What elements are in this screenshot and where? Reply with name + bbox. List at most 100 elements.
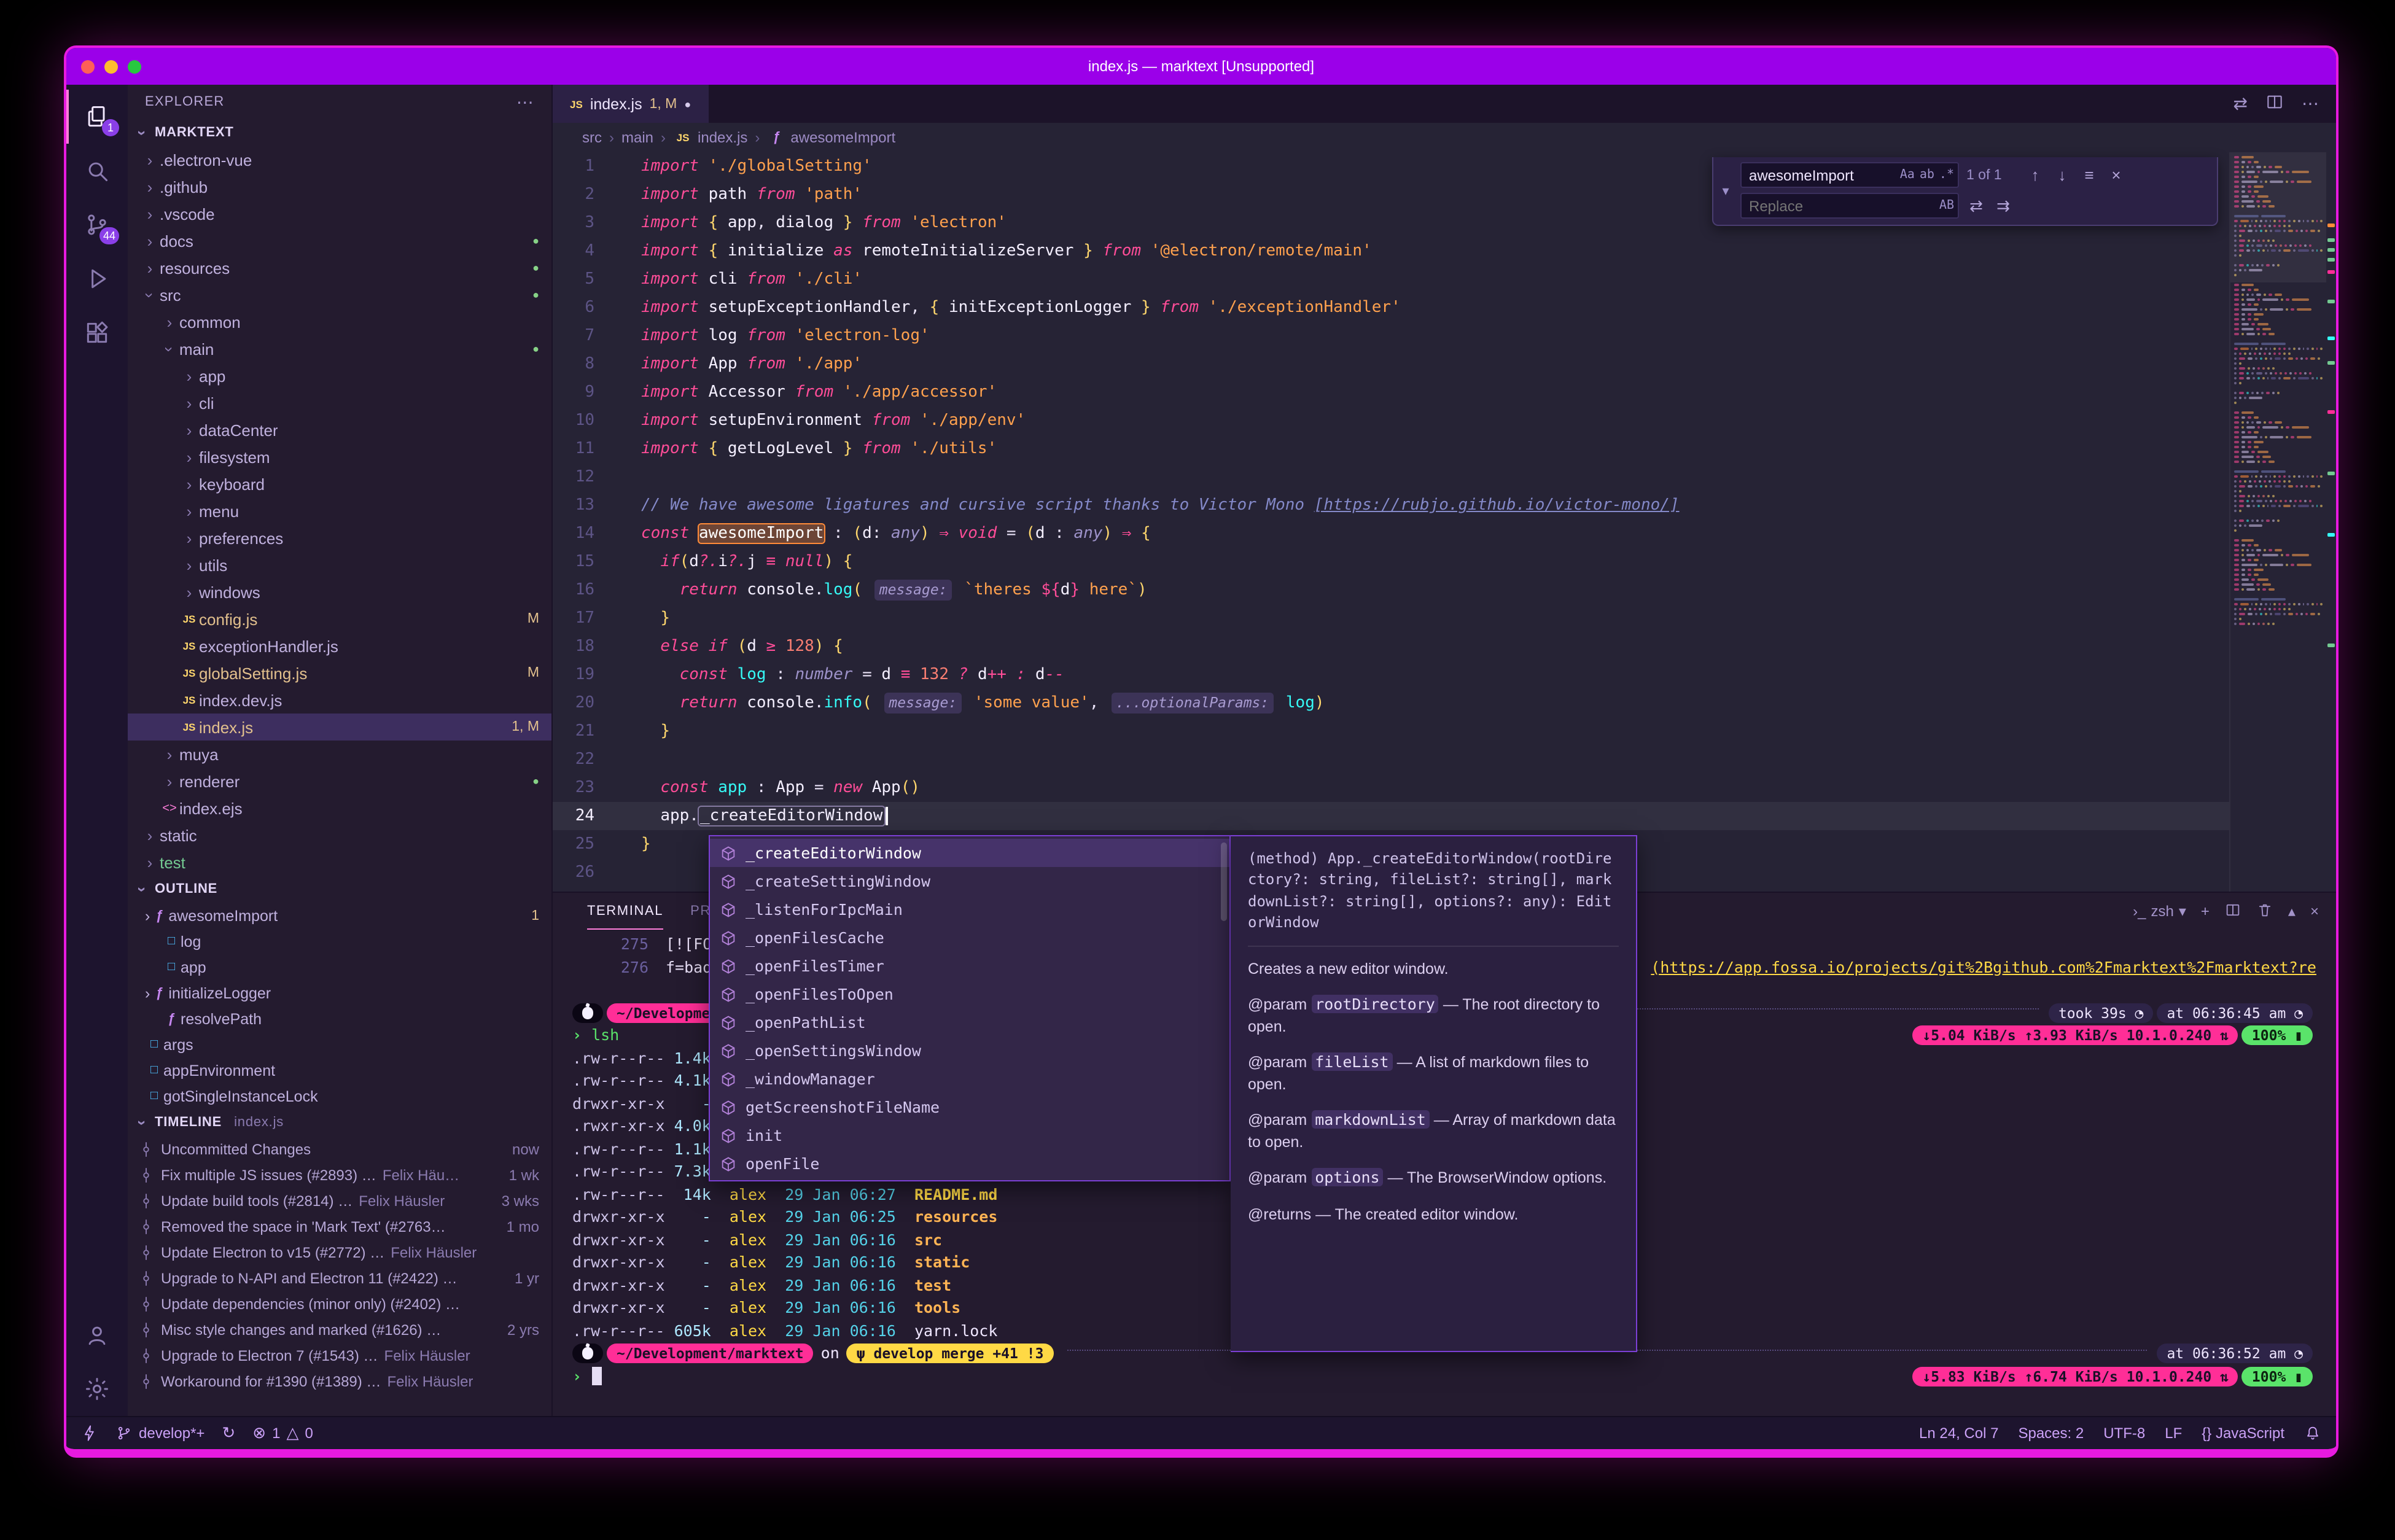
code-line-8[interactable]: 8 import App from './app'	[553, 350, 2229, 378]
tab-index-js[interactable]: JS index.js 1, M ●	[553, 85, 709, 123]
replace-input[interactable]	[1740, 193, 1959, 219]
code-line-7[interactable]: 7 import log from 'electron-log'	[553, 322, 2229, 350]
outline-item-resolvePath[interactable]: ƒ resolvePath	[128, 1006, 551, 1032]
activity-accounts-icon[interactable]	[66, 1308, 128, 1362]
timeline-section-header[interactable]: › TIMELINE index.js	[128, 1109, 551, 1136]
outline-item-initializeLogger[interactable]: › ƒ initializeLogger	[128, 980, 551, 1006]
replace-icon[interactable]: ⇄	[1966, 196, 1986, 216]
suggest-item-_createSettingWindow[interactable]: _createSettingWindow	[710, 867, 1229, 895]
timeline-item[interactable]: Fix multiple JS issues (#2893) … Felix Hä…	[128, 1162, 551, 1188]
status-LF[interactable]: LF	[2165, 1425, 2182, 1442]
status-Spaces: 2[interactable]: Spaces: 2	[2018, 1425, 2084, 1442]
code-line-6[interactable]: 6 import setupExceptionHandler, { initExc…	[553, 294, 2229, 322]
zoom-window-button[interactable]	[128, 60, 141, 73]
tree-item-main[interactable]: › main ●	[128, 335, 551, 362]
suggest-item-getScreenshotFileName[interactable]: getScreenshotFileName	[710, 1093, 1229, 1121]
suggest-item-_openFilesCache[interactable]: _openFilesCache	[710, 924, 1229, 952]
suggest-item-openFile[interactable]: openFile	[710, 1149, 1229, 1178]
timeline-item[interactable]: Misc style changes and marked (#1626) … 2…	[128, 1316, 551, 1342]
tab-dirty-indicator[interactable]: ●	[684, 98, 691, 110]
code-line-4[interactable]: 4 import { initialize as remoteInitialize…	[553, 237, 2229, 265]
activity-settings-icon[interactable]	[66, 1362, 128, 1416]
status-{} JavaScript[interactable]: {} JavaScript	[2202, 1425, 2284, 1442]
next-match-icon[interactable]: ↓	[2052, 166, 2072, 184]
preserve-case-icon[interactable]: AB	[1939, 199, 1954, 212]
code-line-13[interactable]: 13// We have awesome ligatures and cursi…	[553, 491, 2229, 519]
tree-item-app[interactable]: › app	[128, 362, 551, 389]
tree-item-.vscode[interactable]: › .vscode	[128, 200, 551, 227]
code-line-16[interactable]: 16 return console.log( message: `theres …	[553, 576, 2229, 604]
explorer-more-actions-icon[interactable]: ⋯	[516, 91, 534, 112]
tree-item-muya[interactable]: › muya	[128, 741, 551, 768]
tree-item-resources[interactable]: › resources ●	[128, 254, 551, 281]
minimize-window-button[interactable]	[104, 60, 118, 73]
tree-item-common[interactable]: › common	[128, 308, 551, 335]
status-bell[interactable]	[2304, 1425, 2321, 1442]
suggest-scrollbar[interactable]	[1221, 842, 1227, 921]
code-line-20[interactable]: 20 return console.info( message: 'some v…	[553, 689, 2229, 717]
close-panel-icon[interactable]: ×	[2310, 903, 2319, 920]
tree-item-filesystem[interactable]: › filesystem	[128, 443, 551, 470]
code-line-22[interactable]: 22	[553, 745, 2229, 774]
timeline-item[interactable]: Upgrade to N-API and Electron 11 (#2422)…	[128, 1265, 551, 1291]
split-editor-icon[interactable]	[2265, 92, 2284, 115]
tree-item-docs[interactable]: › docs ●	[128, 227, 551, 254]
tree-item-utils[interactable]: › utils	[128, 551, 551, 578]
breadcrumb-item-index.js[interactable]: JS index.js	[673, 129, 748, 146]
breadcrumb-item-main[interactable]: main	[621, 129, 653, 146]
code-line-10[interactable]: 10 import setupEnvironment from './app/en…	[553, 406, 2229, 435]
code-line-21[interactable]: 21 }	[553, 717, 2229, 745]
tree-item-.github[interactable]: › .github	[128, 173, 551, 200]
suggest-item-_windowManager[interactable]: _windowManager	[710, 1065, 1229, 1093]
more-actions-icon[interactable]: ⋯	[2302, 93, 2319, 114]
status-remote[interactable]	[81, 1425, 98, 1442]
match-case-icon[interactable]: Aa	[1900, 168, 1915, 182]
tree-item-renderer[interactable]: › renderer ●	[128, 768, 551, 795]
timeline-item[interactable]: Update build tools (#2814) … Felix Häusle…	[128, 1188, 551, 1213]
tree-item-exceptionHandler.js[interactable]: JS exceptionHandler.js	[128, 632, 551, 659]
code-line-11[interactable]: 11 import { getLogLevel } from './utils'	[553, 435, 2229, 463]
tree-item-config.js[interactable]: JS config.js M	[128, 605, 551, 632]
code-line-23[interactable]: 23 const app : App = new App()	[553, 774, 2229, 802]
maximize-panel-icon[interactable]: ▴	[2288, 903, 2296, 920]
code-line-14[interactable]: 14 const awesomeImport : (d: any) ⇒ void …	[553, 519, 2229, 548]
timeline-item[interactable]: Upgrade to Electron 7 (#1543) … Felix Häu…	[128, 1342, 551, 1368]
tab-terminal[interactable]: TERMINAL	[587, 893, 663, 930]
code-line-24[interactable]: 24 app. _createEditorWindow	[553, 802, 2229, 830]
timeline-item[interactable]: Workaround for #1390 (#1389) … Felix Häus…	[128, 1368, 551, 1394]
activity-source-control-icon[interactable]: 44	[66, 198, 128, 252]
outline-item-appEnvironment[interactable]: □ appEnvironment	[128, 1057, 551, 1083]
code-line-12[interactable]: 12	[553, 463, 2229, 491]
timeline-item[interactable]: Update dependencies (minor only) (#2402)…	[128, 1291, 551, 1316]
code-line-17[interactable]: 17 }	[553, 604, 2229, 632]
code-line-5[interactable]: 5 import cli from './cli'	[553, 265, 2229, 294]
tree-item-menu[interactable]: › menu	[128, 497, 551, 524]
outline-section-header[interactable]: › OUTLINE	[128, 876, 551, 903]
minimap-slider[interactable]	[2230, 152, 2326, 282]
replace-all-icon[interactable]: ⇉	[1993, 196, 2013, 216]
close-window-button[interactable]	[81, 60, 95, 73]
activity-extensions-icon[interactable]	[66, 306, 128, 360]
outline-item-log[interactable]: □ log	[128, 928, 551, 954]
tree-item-cli[interactable]: › cli	[128, 389, 551, 416]
tree-item-index.js[interactable]: JS index.js 1, M	[128, 714, 551, 741]
open-changes-icon[interactable]: ⇄	[2233, 93, 2248, 114]
tree-item-static[interactable]: › static	[128, 822, 551, 849]
suggest-item-_listenForIpcMain[interactable]: _listenForIpcMain	[710, 895, 1229, 924]
shell-picker[interactable]: ›_ zsh ▾	[2133, 903, 2186, 920]
suggest-item-_openPathList[interactable]: _openPathList	[710, 1008, 1229, 1036]
timeline-item[interactable]: Removed the space in 'Mark Text' (#2763……	[128, 1213, 551, 1239]
activity-run-debug-icon[interactable]	[66, 252, 128, 306]
terminal-input-line[interactable]: › ↓5.83 KiB/s ↑6.74 KiB/s 10.1.0.240 ⇅ 100…	[572, 1365, 2316, 1388]
find-in-selection-icon[interactable]: ≡	[2079, 166, 2099, 184]
code-line-19[interactable]: 19 const log : number = d ≡ 132 ? d++ : …	[553, 661, 2229, 689]
status-UTF-8[interactable]: UTF-8	[2103, 1425, 2145, 1442]
activity-explorer-icon[interactable]: 1	[66, 90, 128, 144]
tree-item-index.ejs[interactable]: <> index.ejs	[128, 795, 551, 822]
outline-item-app[interactable]: □ app	[128, 954, 551, 980]
close-find-icon[interactable]: ×	[2106, 166, 2126, 184]
code-line-9[interactable]: 9 import Accessor from './app/accessor'	[553, 378, 2229, 406]
breadcrumb-item-awesomeImport[interactable]: ƒ awesomeImport	[767, 129, 895, 146]
suggest-item-init[interactable]: init	[710, 1121, 1229, 1149]
tree-item-test[interactable]: › test	[128, 849, 551, 876]
